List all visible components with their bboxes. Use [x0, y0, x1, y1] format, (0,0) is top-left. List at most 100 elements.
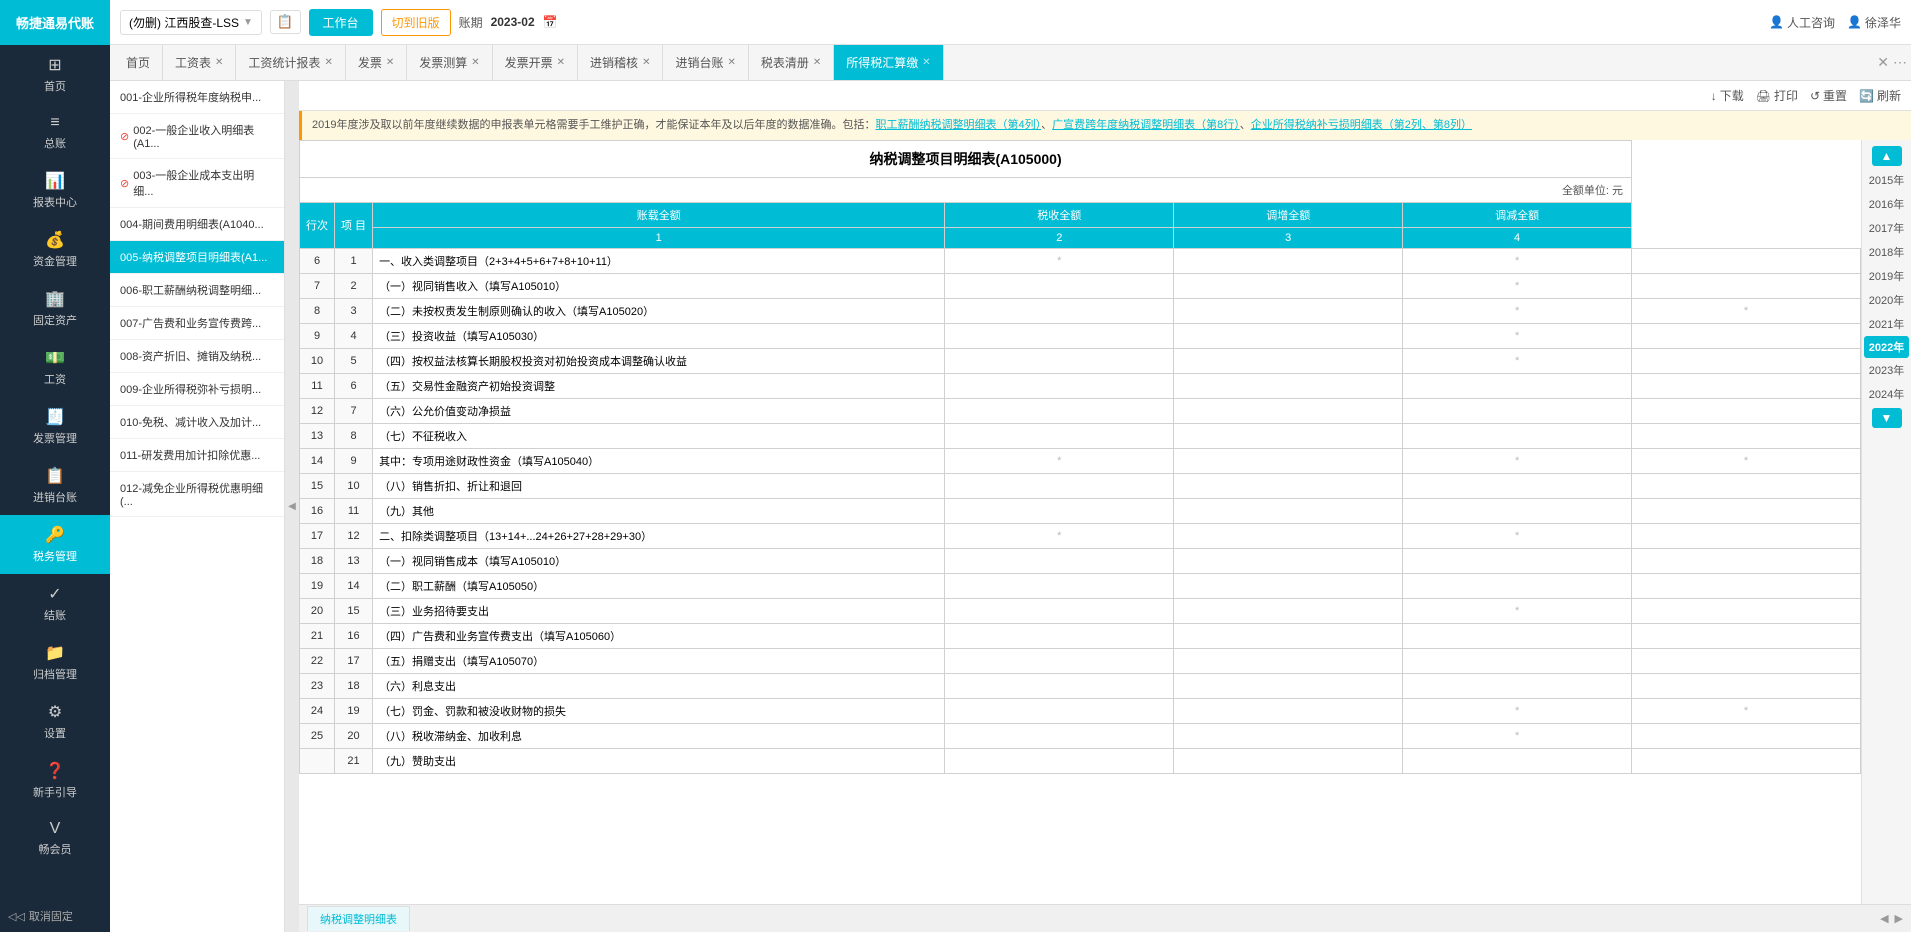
cell-col-1[interactable]	[945, 598, 1174, 623]
cell-col-3[interactable]: *	[1403, 323, 1632, 348]
year-2017[interactable]: 2017年	[1867, 216, 1906, 240]
left-item-012[interactable]: 012-减免企业所得税优惠明细(...	[110, 472, 284, 517]
cell-col-2[interactable]	[1174, 523, 1403, 548]
cell-col-4[interactable]	[1632, 573, 1861, 598]
left-item-001[interactable]: 001-企业所得税年度纳税申...	[110, 81, 284, 114]
cell-col-3[interactable]: *	[1403, 723, 1632, 748]
old-version-button[interactable]: 切到旧版	[381, 9, 451, 36]
cell-col-3[interactable]	[1403, 648, 1632, 673]
cell-col-3[interactable]	[1403, 498, 1632, 523]
reset-button[interactable]: ↺ 重置	[1810, 87, 1847, 104]
cell-col-4[interactable]	[1632, 273, 1861, 298]
sidebar-item-settings[interactable]: ⚙ 设置	[0, 692, 110, 751]
sidebar-item-member[interactable]: V 畅会员	[0, 810, 110, 867]
cell-col-2[interactable]	[1174, 423, 1403, 448]
year-down-button[interactable]: ▼	[1872, 408, 1902, 428]
left-item-005[interactable]: 005-纳税调整项目明细表(A1...	[110, 241, 284, 274]
cell-col-3[interactable]: *	[1403, 698, 1632, 723]
cell-col-1[interactable]	[945, 273, 1174, 298]
cell-col-4[interactable]	[1632, 548, 1861, 573]
cell-col-4[interactable]: *	[1632, 448, 1861, 473]
sidebar-item-finance[interactable]: 💰 资金管理	[0, 220, 110, 279]
cell-col-2[interactable]	[1174, 623, 1403, 648]
cell-col-3[interactable]	[1403, 423, 1632, 448]
cell-col-3[interactable]	[1403, 548, 1632, 573]
cell-col-2[interactable]	[1174, 248, 1403, 273]
tab-sales-ledger[interactable]: 进销台账 ✕	[663, 45, 748, 80]
year-2024[interactable]: 2024年	[1867, 382, 1906, 406]
tab-tax-list[interactable]: 税表清册 ✕	[749, 45, 834, 80]
close-icon[interactable]: ✕	[813, 57, 821, 68]
cell-col-2[interactable]	[1174, 448, 1403, 473]
cell-col-3[interactable]: *	[1403, 348, 1632, 373]
cell-col-2[interactable]	[1174, 673, 1403, 698]
cell-col-4[interactable]	[1632, 723, 1861, 748]
cell-col-3[interactable]: *	[1403, 598, 1632, 623]
cell-col-4[interactable]	[1632, 248, 1861, 273]
user-avatar[interactable]: 👤 徐泽华	[1847, 14, 1901, 31]
cell-col-4[interactable]	[1632, 598, 1861, 623]
cell-col-1[interactable]	[945, 348, 1174, 373]
close-icon[interactable]: ✕	[471, 57, 479, 68]
cell-col-1[interactable]	[945, 548, 1174, 573]
left-item-006[interactable]: 006-职工薪酬纳税调整明细...	[110, 274, 284, 307]
cell-col-2[interactable]	[1174, 723, 1403, 748]
cell-col-1[interactable]: *	[945, 448, 1174, 473]
minimize-icon[interactable]: ✕	[1877, 54, 1889, 71]
tab-invoice-issue[interactable]: 发票开票 ✕	[493, 45, 578, 80]
notice-link-2[interactable]: 广宣费跨年度纳税调整明细表（第8行）	[1052, 119, 1240, 131]
table-scroll-area[interactable]: 纳税调整项目明细表(A105000) 全额单位: 元 行次 项 目 账载全额 税…	[299, 140, 1861, 905]
year-2023[interactable]: 2023年	[1867, 358, 1906, 382]
cell-col-1[interactable]	[945, 473, 1174, 498]
tab-payroll-report[interactable]: 工资统计报表 ✕	[236, 45, 345, 80]
cell-col-2[interactable]	[1174, 648, 1403, 673]
cell-col-3[interactable]: *	[1403, 523, 1632, 548]
cell-col-4[interactable]	[1632, 648, 1861, 673]
close-icon[interactable]: ✕	[642, 57, 650, 68]
cell-col-3[interactable]	[1403, 373, 1632, 398]
cell-col-4[interactable]	[1632, 498, 1861, 523]
cell-col-4[interactable]: *	[1632, 698, 1861, 723]
cell-col-2[interactable]	[1174, 298, 1403, 323]
left-item-004[interactable]: 004-期间费用明细表(A1040...	[110, 208, 284, 241]
close-icon[interactable]: ✕	[324, 57, 332, 68]
sidebar-item-guide[interactable]: ❓ 新手引导	[0, 751, 110, 810]
cell-col-1[interactable]: *	[945, 523, 1174, 548]
cell-col-2[interactable]	[1174, 273, 1403, 298]
cell-col-3[interactable]	[1403, 623, 1632, 648]
cell-col-2[interactable]	[1174, 573, 1403, 598]
cell-col-4[interactable]	[1632, 398, 1861, 423]
scroll-left-icon[interactable]: ◀	[1880, 912, 1888, 925]
cell-col-3[interactable]	[1403, 573, 1632, 598]
cell-col-4[interactable]: *	[1632, 298, 1861, 323]
cell-col-4[interactable]	[1632, 673, 1861, 698]
cell-col-1[interactable]	[945, 723, 1174, 748]
close-icon[interactable]: ✕	[922, 57, 930, 68]
cell-col-1[interactable]	[945, 623, 1174, 648]
workbench-button[interactable]: 工作台	[309, 9, 373, 36]
cell-col-3[interactable]: *	[1403, 248, 1632, 273]
cell-col-4[interactable]	[1632, 323, 1861, 348]
close-icon[interactable]: ✕	[557, 57, 565, 68]
cell-col-2[interactable]	[1174, 698, 1403, 723]
sidebar-item-tax-mgmt[interactable]: 🔑 税务管理	[0, 515, 110, 574]
notice-link-3[interactable]: 企业所得税纳补亏损明细表（第2列、第8列）	[1251, 119, 1472, 131]
collapse-panel-button[interactable]: ◀	[285, 81, 299, 932]
pin-toggle[interactable]: ◁◁ 取消固定	[0, 900, 110, 932]
cell-col-1[interactable]	[945, 573, 1174, 598]
close-icon[interactable]: ✕	[215, 57, 223, 68]
more-icon[interactable]: ⋯	[1893, 54, 1907, 71]
refresh-button[interactable]: 🔄 刷新	[1859, 87, 1901, 104]
cell-col-2[interactable]	[1174, 398, 1403, 423]
cell-col-1[interactable]	[945, 398, 1174, 423]
cell-col-1[interactable]	[945, 423, 1174, 448]
cell-col-1[interactable]	[945, 498, 1174, 523]
close-icon[interactable]: ✕	[386, 57, 394, 68]
sidebar-item-sales-ledger[interactable]: 📋 进销台账	[0, 456, 110, 515]
cell-col-3[interactable]	[1403, 398, 1632, 423]
service-button[interactable]: 👤 人工咨询	[1769, 14, 1835, 31]
copy-icon[interactable]: 📋	[270, 10, 301, 34]
year-2019[interactable]: 2019年	[1867, 264, 1906, 288]
tab-home[interactable]: 首页	[114, 45, 163, 80]
sidebar-item-invoice-mgmt[interactable]: 🧾 发票管理	[0, 397, 110, 456]
